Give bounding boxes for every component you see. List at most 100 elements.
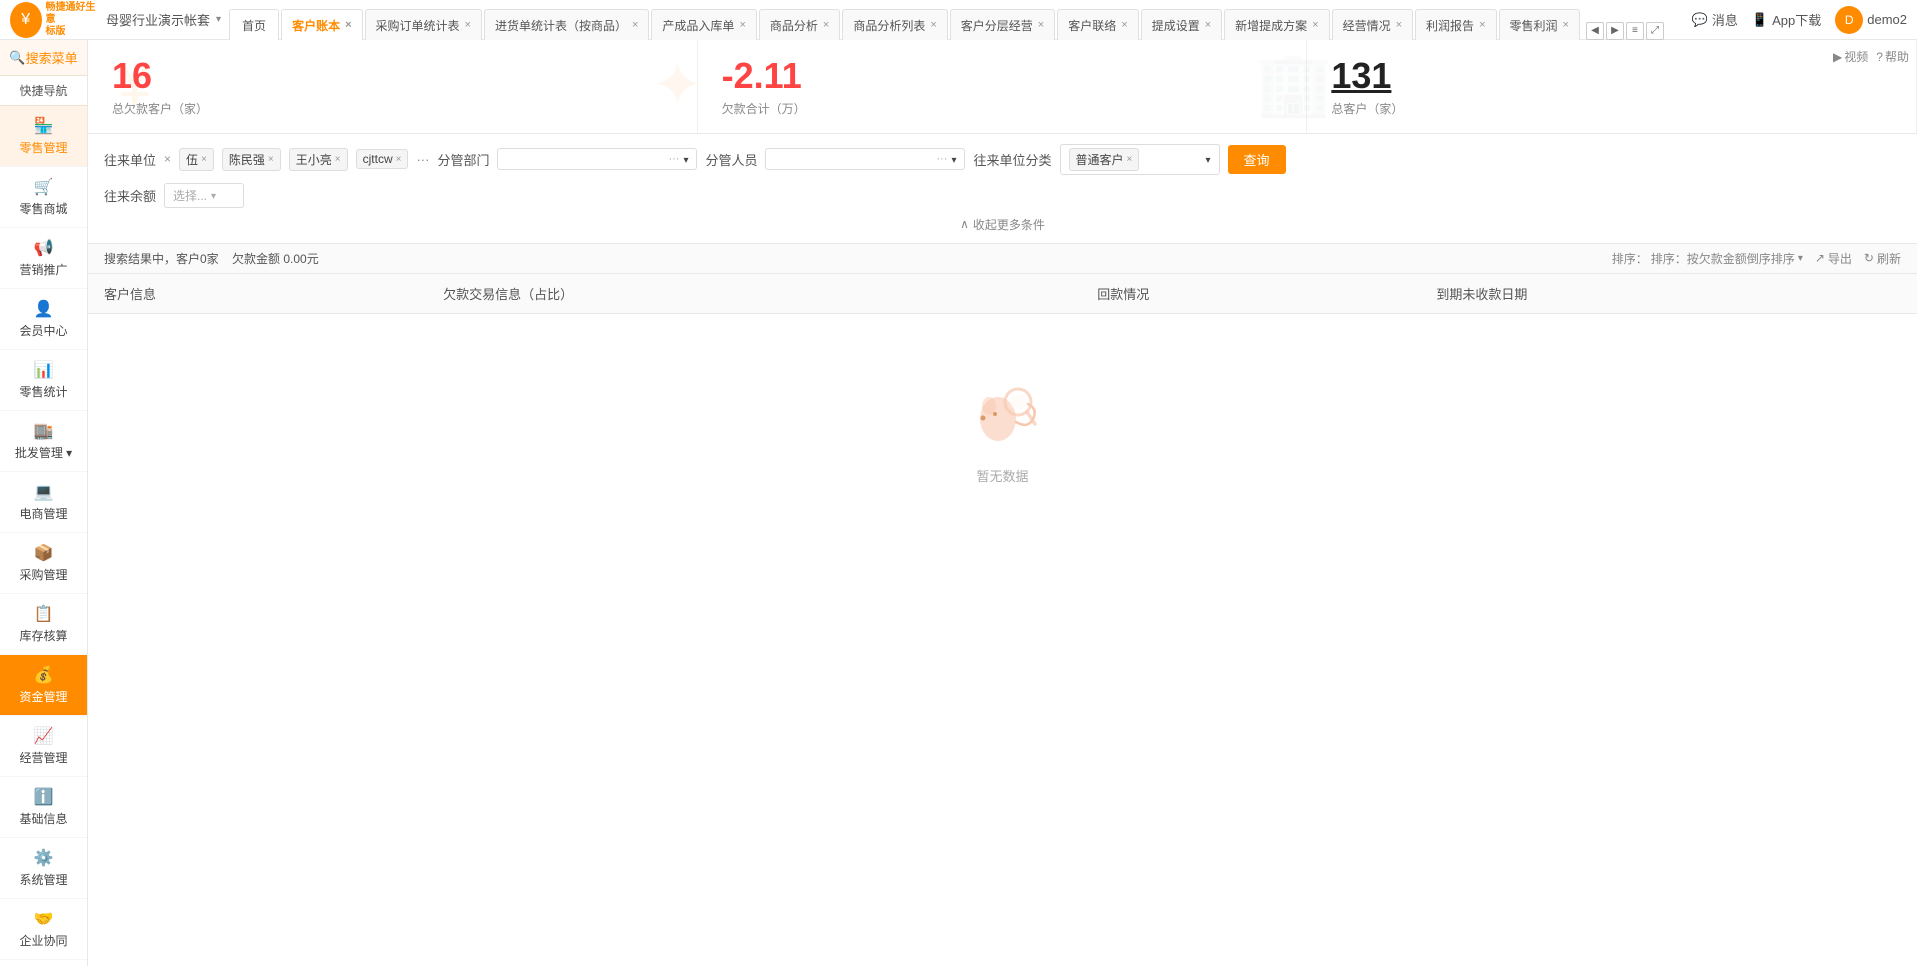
filter-tag-cjttcw[interactable]: cjttcw ×	[356, 149, 409, 169]
main-layout: 🔍 搜索菜单 快捷导航 🏪 零售管理 🛒 零售商城 📢 营销推广 👤 会员中心 …	[0, 40, 1917, 966]
tag-close-cjttcw[interactable]: ×	[396, 154, 402, 165]
tab-promotion-settings[interactable]: 提成设置 ×	[1141, 9, 1222, 40]
query-button[interactable]: 查询	[1228, 145, 1286, 174]
tab-close-new-promotion-plan[interactable]: ×	[1312, 19, 1318, 31]
purchase-icon: 📦	[34, 543, 54, 563]
sidebar-item-label: 企业协同	[19, 932, 67, 949]
col-customer-info: 客户信息	[88, 274, 427, 314]
table-header-row: 客户信息 欠款交易信息（占比） 回款情况 到期未收款日期	[88, 274, 1917, 314]
debit-amount-text: 欠款金额 0.00元	[232, 252, 319, 266]
tag-close-chen[interactable]: ×	[268, 154, 274, 165]
tab-purchase-stats-by-product[interactable]: 进货单统计表（按商品） ×	[484, 9, 649, 40]
logo-area: ¥ 畅捷通好生意 标版	[10, 2, 98, 38]
sidebar-item-label: 零售商城	[19, 200, 67, 217]
classify-tag-close[interactable]: ×	[1127, 154, 1133, 165]
balance-filter-input[interactable]: 选择...	[164, 183, 244, 208]
tab-close-accounts-receivable[interactable]: ×	[345, 19, 351, 31]
export-button[interactable]: ↗ 导出	[1815, 250, 1852, 267]
tab-close-purchase-stats[interactable]: ×	[632, 19, 638, 31]
unit-filter-close-all[interactable]: ×	[164, 152, 171, 166]
col-repayment-status: 回款情况	[1081, 274, 1420, 314]
wholesale-icon: 🏬	[34, 421, 54, 441]
tab-home[interactable]: 首页	[229, 9, 279, 40]
tab-expand-button[interactable]: ⤢	[1646, 22, 1664, 40]
tab-close-product-instock[interactable]: ×	[739, 19, 745, 31]
dept-filter-select[interactable]: ···	[497, 148, 697, 170]
sidebar-item-system-mgmt[interactable]: ⚙️ 系统管理	[0, 838, 87, 899]
tab-purchase-order-stats[interactable]: 采购订单统计表 ×	[365, 9, 482, 40]
basic-info-icon: ℹ️	[34, 787, 54, 807]
tab-customer-segment[interactable]: 客户分层经营 ×	[950, 9, 1055, 40]
filter-more-tags[interactable]: ···	[416, 152, 429, 167]
tab-accounts-receivable[interactable]: 客户账本 ×	[281, 9, 362, 40]
workspace-selector[interactable]: 母婴行业演示帐套	[106, 10, 210, 29]
sidebar-item-wholesale-mgmt[interactable]: 🏬 批发管理 ▾	[0, 411, 87, 472]
refresh-button[interactable]: ↻ 刷新	[1864, 250, 1901, 267]
sidebar-item-capital-mgmt[interactable]: 💰 资金管理	[0, 655, 87, 716]
sidebar-item-retail-stats[interactable]: 📊 零售统计	[0, 350, 87, 411]
tab-product-instock[interactable]: 产成品入库单 ×	[651, 9, 756, 40]
classify-dropdown-icon	[1205, 152, 1210, 166]
dept-filter-dropdown-icon	[683, 152, 688, 166]
tab-close-product-analysis[interactable]: ×	[823, 19, 829, 31]
tab-close-business-status[interactable]: ×	[1396, 19, 1402, 31]
tab-label: 客户账本	[292, 17, 340, 34]
sidebar-item-member-center[interactable]: 👤 会员中心	[0, 289, 87, 350]
sidebar-item-marketing[interactable]: 📢 营销推广	[0, 228, 87, 289]
sidebar-item-basic-info[interactable]: ℹ️ 基础信息	[0, 777, 87, 838]
collapse-bar[interactable]: ∧ 收起更多条件	[104, 216, 1901, 233]
sidebar-item-enterprise-collab[interactable]: 🤝 企业协同	[0, 899, 87, 960]
sidebar-item-retail-mgmt[interactable]: 🏪 零售管理	[0, 106, 87, 167]
tab-product-analysis-list[interactable]: 商品分析列表 ×	[842, 9, 947, 40]
stat-block-total-customers: 131 总客户（家）	[1307, 40, 1917, 133]
sidebar-item-retail-mall[interactable]: 🛒 零售商城	[0, 167, 87, 228]
filter-tag-chen[interactable]: 陈民强 ×	[222, 148, 281, 171]
classify-filter[interactable]: 普通客户 ×	[1060, 144, 1220, 175]
tab-close-customer-contact[interactable]: ×	[1121, 19, 1127, 31]
tab-menu-button[interactable]: ≡	[1626, 22, 1644, 40]
sidebar-search[interactable]: 🔍 搜索菜单	[0, 40, 87, 76]
tab-close-profit-report[interactable]: ×	[1479, 19, 1485, 31]
balance-filter-label: 往来余额	[104, 186, 156, 205]
tab-close-product-analysis-list[interactable]: ×	[930, 19, 936, 31]
empty-area: 暂无数据	[88, 314, 1917, 545]
classify-filter-label: 往来单位分类	[973, 150, 1051, 169]
tab-next-button[interactable]: ▶	[1606, 22, 1624, 40]
tab-prev-button[interactable]: ◀	[1586, 22, 1604, 40]
tab-customer-contact[interactable]: 客户联络 ×	[1057, 9, 1138, 40]
sidebar-item-operation-mgmt[interactable]: 📈 经营管理	[0, 716, 87, 777]
classify-tag-normal[interactable]: 普通客户 ×	[1069, 148, 1140, 171]
sidebar-item-newbie-guide[interactable]: 🎓 新手引导	[0, 960, 87, 966]
tab-profit-report[interactable]: 利润报告 ×	[1415, 9, 1496, 40]
sort-select[interactable]: 排序： 排序：按欠款金额倒序排序	[1612, 250, 1803, 267]
user-menu[interactable]: D demo2	[1835, 6, 1907, 34]
tab-label: 商品分析	[770, 17, 818, 34]
tab-new-promotion-plan[interactable]: 新增提成方案 ×	[1224, 9, 1329, 40]
sidebar-item-ecommerce-mgmt[interactable]: 💻 电商管理	[0, 472, 87, 533]
person-filter-more[interactable]: ···	[936, 153, 947, 165]
tag-close-wu[interactable]: ×	[201, 154, 207, 165]
tab-close-purchase-order[interactable]: ×	[465, 19, 471, 31]
dept-filter-more[interactable]: ···	[668, 153, 679, 165]
tab-product-analysis[interactable]: 商品分析 ×	[759, 9, 840, 40]
avatar: D	[1835, 6, 1863, 34]
result-bar: 搜索结果中，客户0家 欠款金额 0.00元 排序： 排序：按欠款金额倒序排序 ↗…	[88, 244, 1917, 274]
messages-button[interactable]: 💬 消息	[1692, 10, 1738, 29]
video-link[interactable]: ▶ 视频	[1833, 48, 1868, 65]
workspace-dropdown-icon[interactable]: ▾	[216, 14, 221, 25]
help-link[interactable]: ? 帮助	[1876, 48, 1909, 65]
filter-tag-wu[interactable]: 伍 ×	[179, 148, 214, 171]
tab-close-customer-segment[interactable]: ×	[1038, 19, 1044, 31]
tab-close-promotion-settings[interactable]: ×	[1205, 19, 1211, 31]
sidebar-quicknav[interactable]: 快捷导航	[0, 76, 87, 106]
tab-close-retail-profit[interactable]: ×	[1563, 19, 1569, 31]
sidebar-item-purchase-mgmt[interactable]: 📦 采购管理	[0, 533, 87, 594]
tag-close-wang[interactable]: ×	[335, 154, 341, 165]
filter-tag-wang[interactable]: 王小亮 ×	[289, 148, 348, 171]
tab-business-status[interactable]: 经营情况 ×	[1332, 9, 1413, 40]
app-download-button[interactable]: 📱 App下载	[1752, 10, 1821, 29]
sort-label: 排序：	[1612, 250, 1648, 267]
person-filter-select[interactable]: ···	[765, 148, 965, 170]
sidebar-item-inventory-check[interactable]: 📋 库存核算	[0, 594, 87, 655]
tab-retail-profit[interactable]: 零售利润 ×	[1499, 9, 1580, 40]
